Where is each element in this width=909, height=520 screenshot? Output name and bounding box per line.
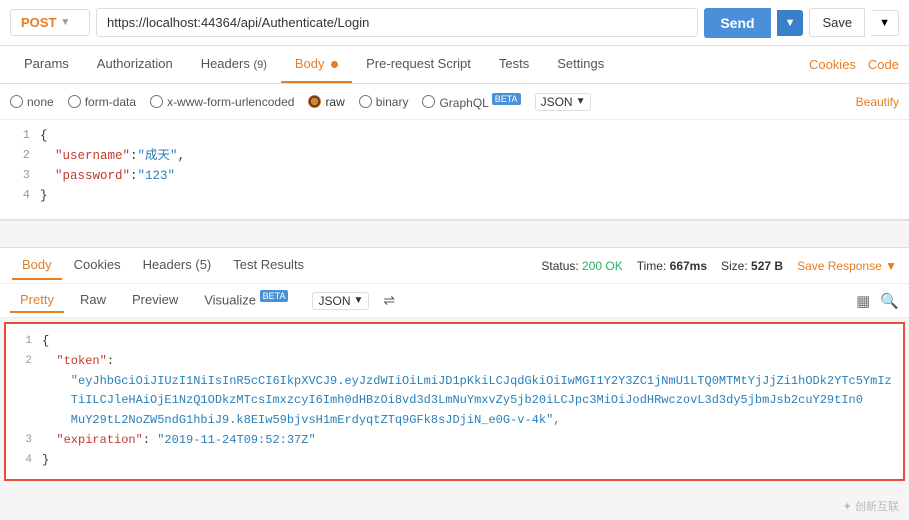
resp-subtab-raw[interactable]: Raw [70,288,116,313]
resp-search-icon[interactable]: 🔍 [880,292,899,310]
resp-tab-testresults[interactable]: Test Results [223,251,314,280]
resp-tab-cookies[interactable]: Cookies [64,251,131,280]
beautify-button[interactable]: Beautify [856,95,899,109]
code-link[interactable]: Code [868,57,899,72]
response-tabs: Body Cookies Headers (5) Test Results [12,251,533,280]
code-line-1: 1 { [0,126,909,146]
url-input[interactable] [96,8,698,37]
resp-format-value: JSON [318,294,350,308]
method-value: POST [21,15,56,30]
response-subtabs: Pretty Raw Preview Visualize BETA JSON ▼… [0,284,909,318]
radio-raw[interactable]: raw [308,95,344,109]
resp-wrap-icon[interactable]: ⇌ [383,292,395,309]
resp-format-selector[interactable]: JSON ▼ [312,292,369,310]
resp-subtab-visualize[interactable]: Visualize BETA [194,287,298,313]
request-tab-right: Cookies Code [809,57,899,72]
resp-line-5: 4 } [12,451,897,471]
time-label: Time: 667ms [637,259,707,273]
code-line-4: 4 } [0,186,909,206]
status-label: Status: 200 OK [541,259,622,273]
resp-line-3b: TiILCJleHAiOjE1NzQ1ODkzMTcsImxzcyI6Imh0d… [12,391,897,411]
code-editor[interactable]: 1 { 2 "username":"成天", 3 "password":"123… [0,120,909,220]
send-dropdown-button[interactable]: ▼ [777,10,804,36]
section-divider [0,220,909,248]
size-value: 527 B [751,259,783,273]
code-line-3: 3 "password":"123" [0,166,909,186]
save-response-button[interactable]: Save Response ▼ [797,259,897,273]
radio-formdata[interactable]: form-data [68,95,136,109]
format-value: JSON [541,95,573,109]
request-tabs: Params Authorization Headers (9) Body Pr… [0,46,909,84]
method-selector[interactable]: POST ▼ [10,9,90,36]
resp-tab-headers[interactable]: Headers (5) [133,251,222,280]
radio-graphql[interactable]: GraphQL BETA [422,94,520,110]
time-value: 667ms [670,259,707,273]
size-label: Size: 527 B [721,259,783,273]
send-button[interactable]: Send [704,8,770,38]
save-dropdown-button[interactable]: ▼ [871,10,899,36]
tab-pre-request[interactable]: Pre-request Script [352,46,485,83]
tab-params[interactable]: Params [10,46,83,83]
resp-line-3: "eyJhbGciOiJIUzI1NiIsInR5cCI6IkpXVCJ9.ey… [12,372,897,392]
response-output: 1 { 2 "token": "eyJhbGciOiJIUzI1NiIsInR5… [4,322,905,481]
code-line-2: 2 "username":"成天", [0,146,909,166]
resp-subtab-pretty[interactable]: Pretty [10,288,64,313]
format-selector[interactable]: JSON ▼ [535,93,592,111]
resp-line-4: 3 "expiration": "2019-11-24T09:52:37Z" [12,431,897,451]
visualize-beta-badge: BETA [260,290,289,302]
radio-urlencoded[interactable]: x-www-form-urlencoded [150,95,294,109]
method-dropdown-arrow: ▼ [60,17,79,28]
resp-line-3c: MuY29tL2NoZW5ndG1hbiJ9.k8EIw59bjvsH1mErd… [12,411,897,431]
top-bar: POST ▼ Send ▼ Save ▼ [0,0,909,46]
resp-tab-body[interactable]: Body [12,251,62,280]
resp-copy-icon[interactable]: ▦ [856,292,870,310]
save-button[interactable]: Save [809,8,865,37]
body-subtabs: none form-data x-www-form-urlencoded raw… [0,84,909,120]
cookies-link[interactable]: Cookies [809,57,856,72]
format-dropdown-arrow: ▼ [576,96,586,107]
radio-none[interactable]: none [10,95,54,109]
status-value: 200 OK [582,259,623,273]
status-info: Status: 200 OK Time: 667ms Size: 527 B S… [541,259,897,273]
tab-headers[interactable]: Headers (9) [187,46,281,83]
tab-body[interactable]: Body [281,46,352,83]
tab-tests[interactable]: Tests [485,46,543,83]
resp-subtab-preview[interactable]: Preview [122,288,188,313]
resp-line-2: 2 "token": [12,352,897,372]
resp-line-1: 1 { [12,332,897,352]
resp-format-arrow: ▼ [354,295,364,306]
radio-binary[interactable]: binary [359,95,409,109]
response-status-bar: Body Cookies Headers (5) Test Results St… [0,248,909,284]
tab-authorization[interactable]: Authorization [83,46,187,83]
watermark: ✦ 创新互联 [843,498,899,514]
tab-settings[interactable]: Settings [543,46,618,83]
resp-sub-right: ▦ 🔍 [856,292,899,310]
